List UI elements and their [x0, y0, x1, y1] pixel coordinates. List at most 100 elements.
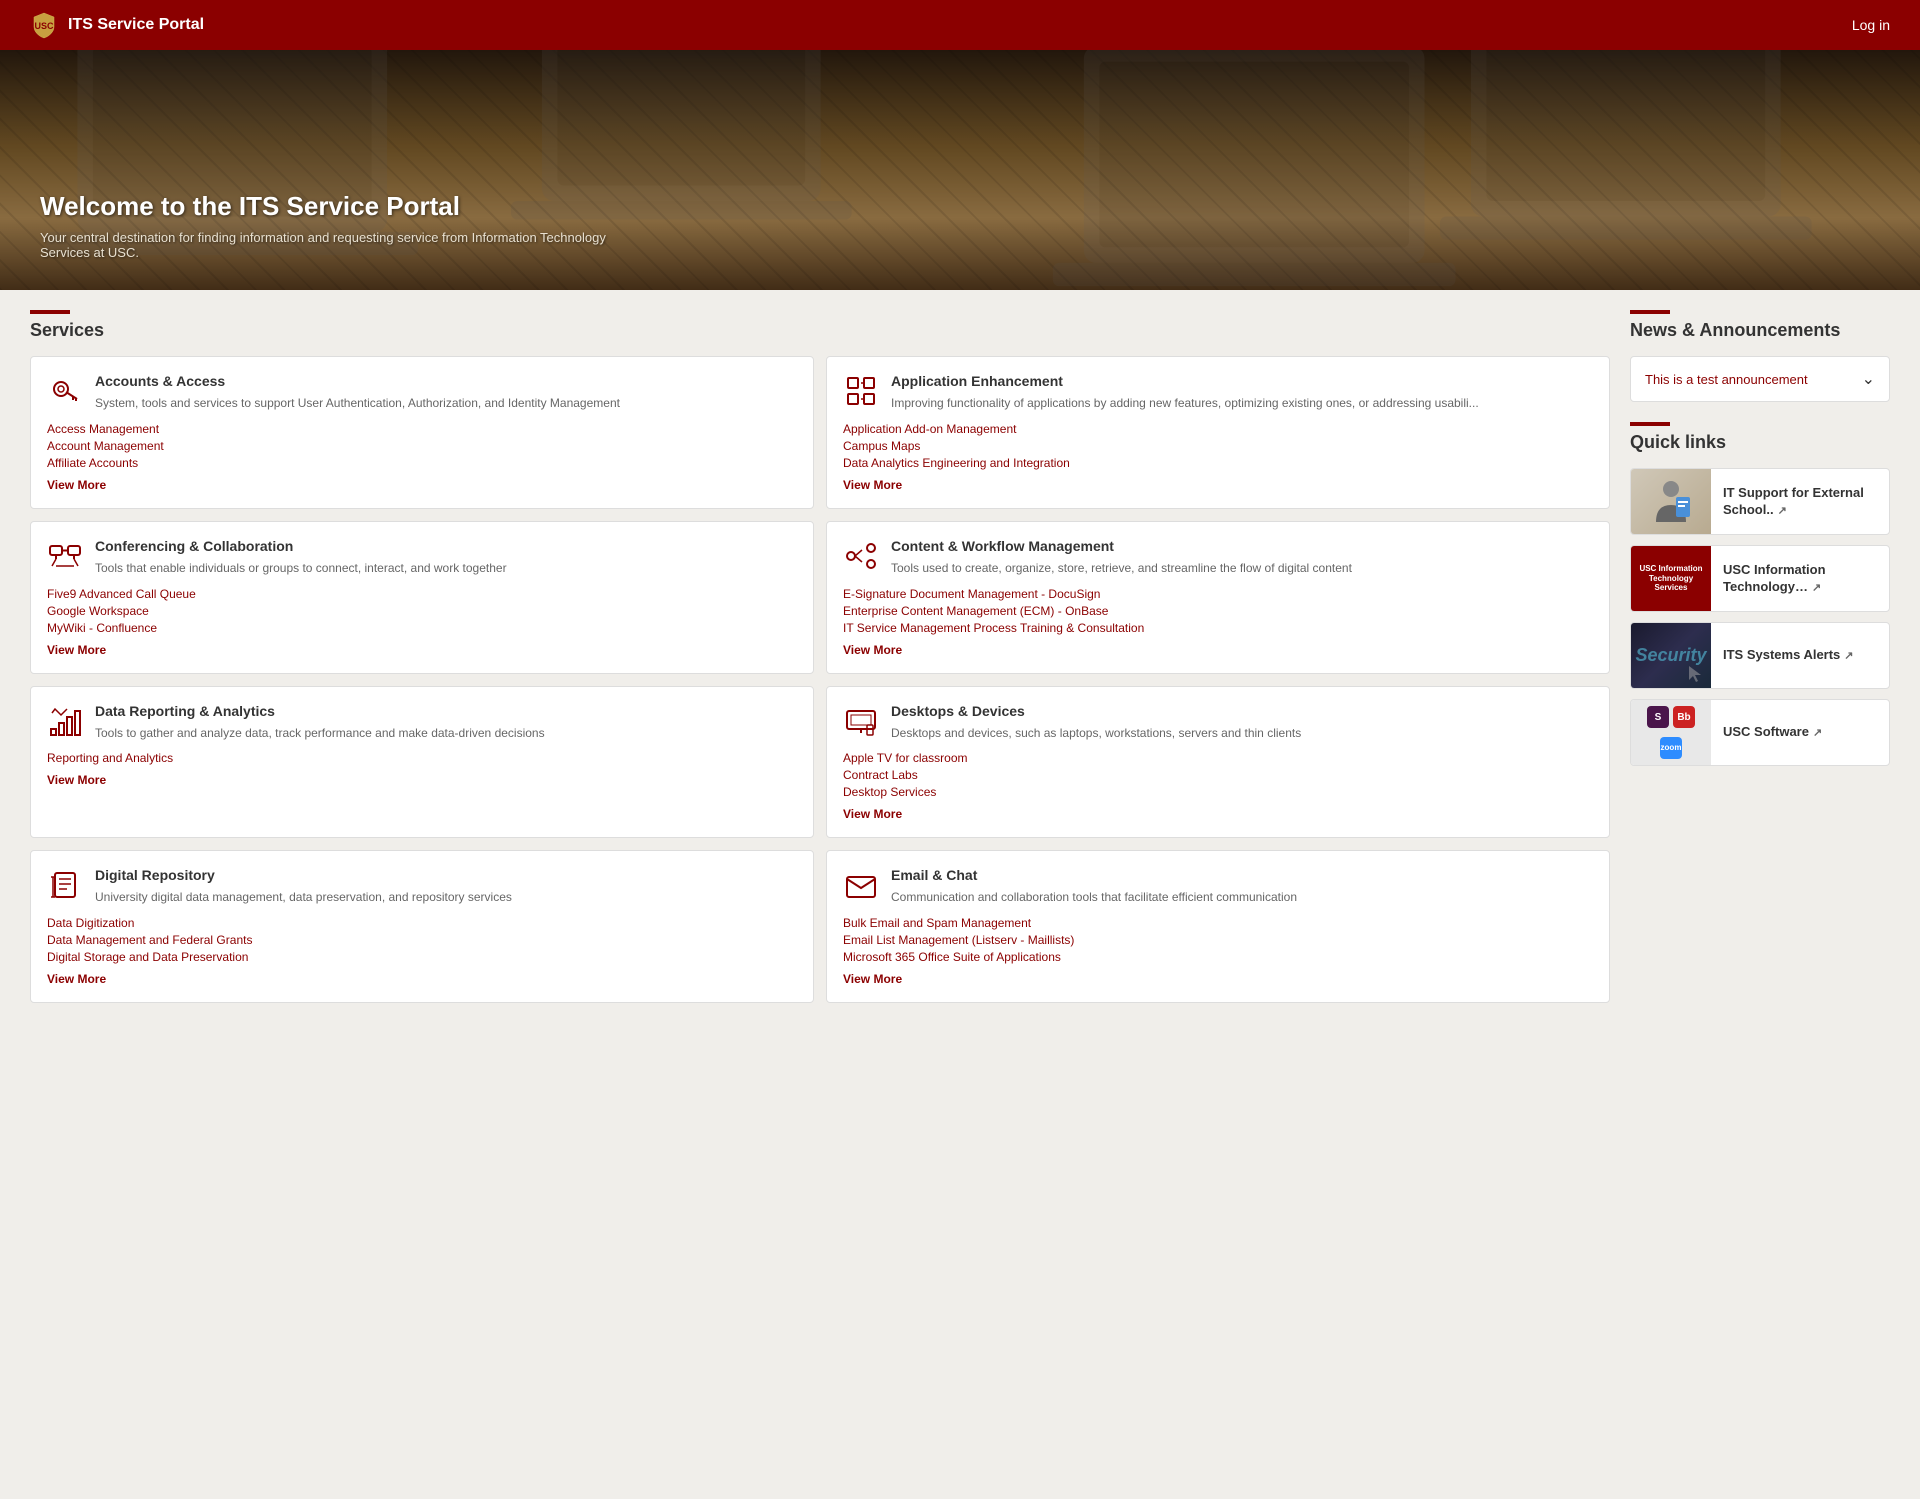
service-icon-key — [47, 373, 83, 409]
service-card-desc: Tools used to create, organize, store, r… — [891, 560, 1352, 577]
cursor-icon — [1687, 664, 1703, 684]
view-more-link[interactable]: View More — [47, 478, 797, 492]
quicklink-card-1[interactable]: USC InformationTechnology Services USC I… — [1630, 545, 1890, 612]
announcement-text: This is a test announcement — [1645, 372, 1808, 387]
person-icon — [1651, 477, 1691, 527]
blackboard-icon: Bb — [1673, 706, 1695, 728]
service-link[interactable]: MyWiki - Confluence — [47, 621, 797, 635]
quicklinks-header-bar — [1630, 422, 1670, 426]
service-link[interactable]: Apple TV for classroom — [843, 751, 1593, 765]
quicklink-label: USC Information Technology…↗ — [1711, 562, 1889, 596]
service-links: Bulk Email and Spam Management Email List… — [843, 916, 1593, 964]
quicklink-label: IT Support for External School..↗ — [1711, 485, 1889, 519]
service-links: Reporting and Analytics — [47, 751, 797, 765]
chevron-down-icon: ⌄ — [1862, 369, 1875, 389]
thumbnail-support — [1631, 469, 1711, 534]
service-card-desc: Desktops and devices, such as laptops, w… — [891, 725, 1301, 742]
service-link[interactable]: Digital Storage and Data Preservation — [47, 950, 797, 964]
service-card-header: Content & Workflow Management Tools used… — [843, 538, 1593, 577]
service-card-title: Desktops & Devices — [891, 703, 1301, 719]
service-link[interactable]: Data Digitization — [47, 916, 797, 930]
service-card-title: Email & Chat — [891, 867, 1297, 883]
usc-shield-icon: USC — [30, 11, 58, 39]
quicklink-card-2[interactable]: Security ITS Systems Alerts↗ — [1630, 622, 1890, 689]
right-column: News & Announcements This is a test anno… — [1630, 310, 1890, 1003]
external-link-icon: ↗ — [1813, 727, 1822, 739]
service-card-title: Accounts & Access — [95, 373, 620, 389]
header-logo[interactable]: USC ITS Service Portal — [30, 11, 204, 39]
service-links: Five9 Advanced Call Queue Google Workspac… — [47, 587, 797, 635]
service-links: Application Add-on Management Campus Maps… — [843, 422, 1593, 470]
service-card-header: Digital Repository University digital da… — [47, 867, 797, 906]
announcement-item[interactable]: This is a test announcement ⌄ — [1630, 356, 1890, 402]
service-card-conference: Conferencing & Collaboration Tools that … — [30, 521, 814, 674]
quicklinks-section-title: Quick links — [1630, 432, 1890, 453]
service-link[interactable]: Reporting and Analytics — [47, 751, 797, 765]
news-header-bar — [1630, 310, 1670, 314]
service-link[interactable]: Microsoft 365 Office Suite of Applicatio… — [843, 950, 1593, 964]
services-section-header: Services — [30, 310, 1610, 341]
service-link[interactable]: Google Workspace — [47, 604, 797, 618]
service-icon-desktop — [843, 703, 879, 739]
login-link[interactable]: Log in — [1852, 17, 1890, 33]
service-link[interactable]: Data Analytics Engineering and Integrati… — [843, 456, 1593, 470]
service-card-header: Email & Chat Communication and collabora… — [843, 867, 1593, 906]
service-card-apps: Application Enhancement Improving functi… — [826, 356, 1610, 509]
service-icon-analytics — [47, 703, 83, 739]
service-link[interactable]: Campus Maps — [843, 439, 1593, 453]
hero-subtitle: Your central destination for finding inf… — [40, 230, 640, 260]
thumbnail-security: Security — [1631, 623, 1711, 688]
main-container: Services Accounts & Access System, tools… — [0, 290, 1920, 1023]
thumb-security-text: Security — [1635, 645, 1706, 666]
service-link[interactable]: Email List Management (Listserv - Mailli… — [843, 933, 1593, 947]
quicklink-label: ITS Systems Alerts↗ — [1711, 647, 1889, 664]
view-more-link[interactable]: View More — [843, 972, 1593, 986]
quicklink-card-3[interactable]: S Bb zoom USC Software↗ — [1630, 699, 1890, 766]
quicklink-card-0[interactable]: IT Support for External School..↗ — [1630, 468, 1890, 535]
service-card-desc: Tools that enable individuals or groups … — [95, 560, 507, 577]
view-more-link[interactable]: View More — [47, 972, 797, 986]
service-links: Apple TV for classroom Contract Labs Deskt… — [843, 751, 1593, 799]
external-link-icon: ↗ — [1844, 650, 1853, 662]
view-more-link[interactable]: View More — [47, 643, 797, 657]
zoom-icon: zoom — [1660, 737, 1682, 759]
quicklinks-section: Quick links IT Support for External Scho… — [1630, 422, 1890, 766]
services-header-bar — [30, 310, 70, 314]
service-link[interactable]: Enterprise Content Management (ECM) - On… — [843, 604, 1593, 618]
view-more-link[interactable]: View More — [47, 773, 797, 787]
service-link[interactable]: Affiliate Accounts — [47, 456, 797, 470]
service-link[interactable]: Access Management — [47, 422, 797, 436]
service-link[interactable]: Five9 Advanced Call Queue — [47, 587, 797, 601]
services-section-title: Services — [30, 320, 1610, 341]
quicklinks-container: IT Support for External School..↗ USC In… — [1630, 468, 1890, 766]
service-link[interactable]: Data Management and Federal Grants — [47, 933, 797, 947]
service-card-desc: Improving functionality of applications … — [891, 395, 1479, 412]
service-links: Access Management Account Management Affil… — [47, 422, 797, 470]
service-link[interactable]: Application Add-on Management — [843, 422, 1593, 436]
service-card-workflow: Content & Workflow Management Tools used… — [826, 521, 1610, 674]
service-link[interactable]: Bulk Email and Spam Management — [843, 916, 1593, 930]
service-card-header: Desktops & Devices Desktops and devices,… — [843, 703, 1593, 742]
external-link-icon: ↗ — [1778, 505, 1787, 517]
service-link[interactable]: Account Management — [47, 439, 797, 453]
service-icon-repository — [47, 867, 83, 903]
service-link[interactable]: IT Service Management Process Training &… — [843, 621, 1593, 635]
service-icon-email — [843, 867, 879, 903]
hero-title: Welcome to the ITS Service Portal — [40, 191, 640, 222]
view-more-link[interactable]: View More — [843, 478, 1593, 492]
service-card-title: Conferencing & Collaboration — [95, 538, 507, 554]
view-more-link[interactable]: View More — [843, 643, 1593, 657]
service-card-desc: System, tools and services to support Us… — [95, 395, 620, 412]
service-icon-workflow — [843, 538, 879, 574]
view-more-link[interactable]: View More — [843, 807, 1593, 821]
service-link[interactable]: Desktop Services — [843, 785, 1593, 799]
service-icon-conference — [47, 538, 83, 574]
service-card-title: Content & Workflow Management — [891, 538, 1352, 554]
service-link[interactable]: Contract Labs — [843, 768, 1593, 782]
service-link[interactable]: E-Signature Document Management - DocuSi… — [843, 587, 1593, 601]
service-card-key: Accounts & Access System, tools and serv… — [30, 356, 814, 509]
quicklinks-section-header: Quick links — [1630, 422, 1890, 453]
service-links: E-Signature Document Management - DocuSi… — [843, 587, 1593, 635]
services-grid: Accounts & Access System, tools and serv… — [30, 356, 1610, 1003]
header-logo-text: ITS Service Portal — [68, 16, 204, 34]
